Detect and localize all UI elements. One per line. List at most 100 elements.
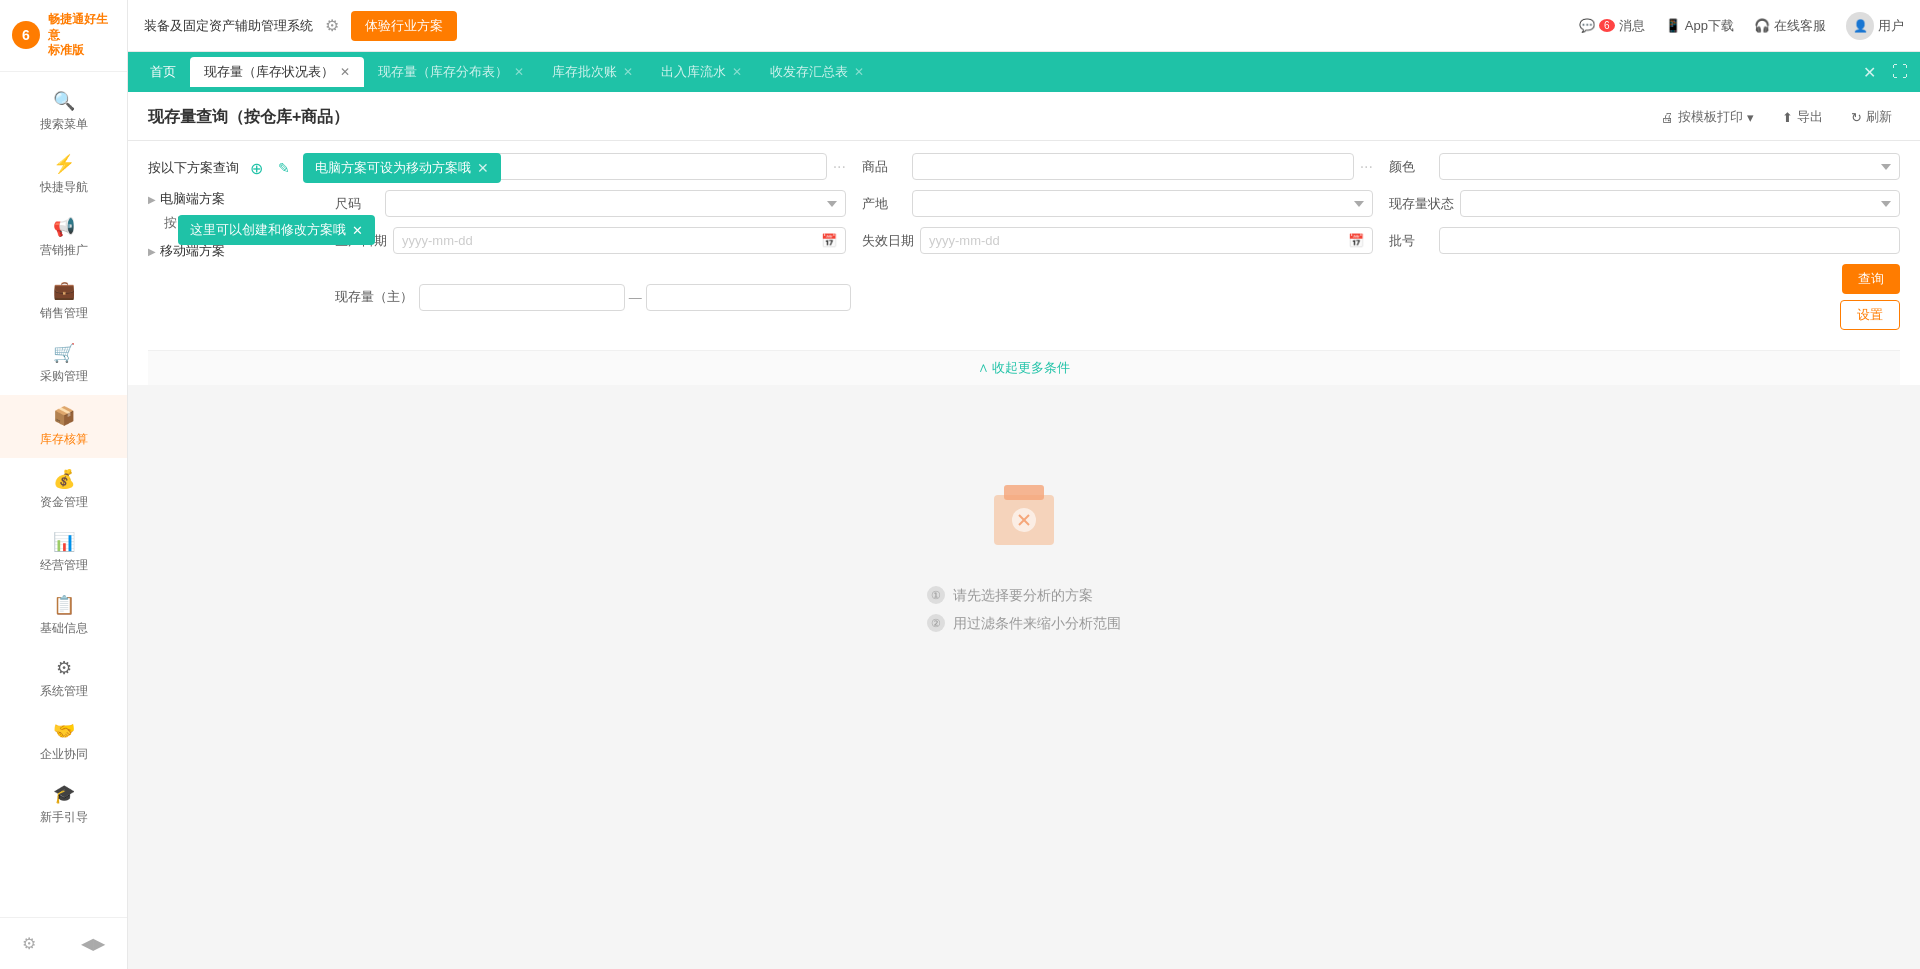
batch-no-input[interactable] — [1439, 227, 1900, 254]
print-btn[interactable]: 🖨 按模板打印 ▾ — [1653, 104, 1762, 130]
svg-text:6: 6 — [22, 27, 30, 43]
search-icon: 🔍 — [53, 90, 75, 112]
tab-inventory-dist-close[interactable]: ✕ — [514, 65, 524, 79]
production-date-input[interactable]: yyyy-mm-dd 📅 — [393, 227, 846, 254]
tab-inventory-dist-label: 现存量（库存分布表） — [378, 63, 508, 81]
tab-inout-flow[interactable]: 出入库流水 ✕ — [647, 57, 756, 87]
sidebar-item-purchase[interactable]: 🛒 采购管理 — [0, 332, 127, 395]
expiry-date-input[interactable]: yyyy-mm-dd 📅 — [920, 227, 1373, 254]
tab-home[interactable]: 首页 — [136, 57, 190, 87]
stock-range-dash: — — [629, 290, 642, 305]
sidebar-item-operations[interactable]: 📊 经营管理 — [0, 521, 127, 584]
tab-inventory-status-close[interactable]: ✕ — [340, 65, 350, 79]
tab-batch-ledger[interactable]: 库存批次账 ✕ — [538, 57, 647, 87]
add-scheme-btn[interactable]: ⊕ — [245, 157, 267, 179]
sidebar-item-marketing-label: 营销推广 — [40, 242, 88, 259]
sidebar-item-search-label: 搜索菜单 — [40, 116, 88, 133]
edit-scheme-btn[interactable]: ✎ — [273, 157, 295, 179]
hint-item-2: ② 用过滤条件来缩小分析范围 — [927, 609, 1121, 637]
purchase-icon: 🛒 — [53, 342, 75, 364]
online-support-label: 在线客服 — [1774, 17, 1826, 35]
size-select[interactable] — [385, 190, 846, 217]
sidebar-item-purchase-label: 采购管理 — [40, 368, 88, 385]
sidebar-item-guide[interactable]: 🎓 新手引导 — [0, 773, 127, 836]
goods-input[interactable] — [912, 153, 1354, 180]
notification-badge: 6 — [1599, 19, 1615, 32]
industry-btn[interactable]: 体验行业方案 — [351, 11, 457, 41]
search-buttons: 查询 设置 — [1840, 264, 1900, 330]
headset-icon: 🎧 — [1754, 18, 1770, 33]
finance-icon: 💰 — [53, 468, 75, 490]
scheme-popup: 电脑方案可设为移动方案哦 ✕ — [303, 153, 501, 183]
message-icon: 💬 — [1579, 18, 1595, 33]
hint-num-1: ① — [927, 586, 945, 604]
sidebar-item-system[interactable]: ⚙ 系统管理 — [0, 647, 127, 710]
sidebar-collapse-btn[interactable]: ◀▶ — [73, 930, 113, 957]
filter-cell-color: 颜色 — [1389, 153, 1900, 180]
tab-inventory-dist[interactable]: 现存量（库存分布表） ✕ — [364, 57, 538, 87]
search-btn[interactable]: 查询 — [1842, 264, 1900, 294]
collapse-row[interactable]: ∧ 收起更多条件 — [148, 350, 1900, 385]
collapse-label: 收起更多条件 — [992, 360, 1070, 375]
tab-collect-summary-label: 收发存汇总表 — [770, 63, 848, 81]
scheme-desktop-header[interactable]: ▶ 电脑端方案 — [148, 187, 323, 211]
header-right: 💬 6 消息 📱 App下载 🎧 在线客服 👤 用户 — [1579, 12, 1904, 40]
stock-main-from[interactable] — [419, 284, 625, 311]
sidebar-item-quicknav[interactable]: ⚡ 快捷导航 — [0, 143, 127, 206]
page-content: 现存量查询（按仓库+商品） 🖨 按模板打印 ▾ ⬆ 导出 ↻ 刷新 — [128, 92, 1920, 969]
filter-cell-batch-no: 批号 — [1389, 227, 1900, 254]
tab-inout-flow-label: 出入库流水 — [661, 63, 726, 81]
filter-cell-stock-main: 现存量（主） — — [335, 284, 851, 311]
sidebar-item-sales[interactable]: 💼 销售管理 — [0, 269, 127, 332]
tab-collect-summary[interactable]: 收发存汇总表 ✕ — [756, 57, 878, 87]
tab-close-all-icon[interactable]: ✕ — [1859, 61, 1880, 84]
origin-select[interactable] — [912, 190, 1373, 217]
sidebar-item-enterprise[interactable]: 🤝 企业协同 — [0, 710, 127, 773]
goods-dots[interactable]: ··· — [1360, 158, 1373, 176]
logo-version: 标准版 — [48, 43, 117, 59]
stock-status-select[interactable] — [1460, 190, 1900, 217]
app-download-item[interactable]: 📱 App下载 — [1665, 17, 1734, 35]
settings-icon[interactable]: ⚙ — [325, 16, 339, 35]
filter-cell-size: 尺码 — [335, 190, 846, 217]
sidebar-item-inventory-label: 库存核算 — [40, 431, 88, 448]
sidebar-item-finance-label: 资金管理 — [40, 494, 88, 511]
stock-main-to[interactable] — [646, 284, 852, 311]
basic-icon: 📋 — [53, 594, 75, 616]
page-title-row: 现存量查询（按仓库+商品） 🖨 按模板打印 ▾ ⬆ 导出 ↻ 刷新 — [148, 104, 1900, 140]
sidebar-settings-btn[interactable]: ⚙ — [14, 930, 44, 957]
warehouse-dots[interactable]: ··· — [833, 158, 846, 176]
sidebar-item-finance[interactable]: 💰 资金管理 — [0, 458, 127, 521]
export-btn[interactable]: ⬆ 导出 — [1774, 104, 1831, 130]
filter-section: 按以下方案查询 ⊕ ✎ ← ▶ 电脑端方案 按照 — [128, 141, 1920, 385]
marketing-icon: 📢 — [53, 216, 75, 238]
page-actions: 🖨 按模板打印 ▾ ⬆ 导出 ↻ 刷新 — [1653, 104, 1900, 130]
tab-inventory-status-label: 现存量（库存状况表） — [204, 63, 334, 81]
reset-btn[interactable]: 设置 — [1840, 300, 1900, 330]
tab-fullscreen-icon[interactable]: ⛶ — [1888, 61, 1912, 84]
color-select[interactable] — [1439, 153, 1900, 180]
size-label: 尺码 — [335, 195, 379, 213]
empty-illustration — [974, 465, 1074, 565]
sidebar-item-marketing[interactable]: 📢 营销推广 — [0, 206, 127, 269]
tab-inventory-status[interactable]: 现存量（库存状况表） ✕ — [190, 57, 364, 87]
sidebar-item-basic[interactable]: 📋 基础信息 — [0, 584, 127, 647]
tab-inout-flow-close[interactable]: ✕ — [732, 65, 742, 79]
tab-batch-ledger-close[interactable]: ✕ — [623, 65, 633, 79]
sidebar-item-inventory[interactable]: 📦 库存核算 — [0, 395, 127, 458]
tab-batch-ledger-label: 库存批次账 — [552, 63, 617, 81]
system-icon: ⚙ — [53, 657, 75, 679]
page-title: 现存量查询（按仓库+商品） — [148, 107, 349, 128]
scheme-tooltip-close[interactable]: ✕ — [352, 223, 363, 238]
user-item[interactable]: 👤 用户 — [1846, 12, 1904, 40]
sidebar-bottom: ⚙ ◀▶ — [0, 917, 127, 969]
tab-collect-summary-close[interactable]: ✕ — [854, 65, 864, 79]
online-support-item[interactable]: 🎧 在线客服 — [1754, 17, 1826, 35]
sidebar-item-search[interactable]: 🔍 搜索菜单 — [0, 80, 127, 143]
svg-rect-3 — [1004, 485, 1044, 500]
color-label: 颜色 — [1389, 158, 1433, 176]
print-label: 按模板打印 — [1678, 108, 1743, 126]
notification-item[interactable]: 💬 6 消息 — [1579, 17, 1645, 35]
refresh-btn[interactable]: ↻ 刷新 — [1843, 104, 1900, 130]
scheme-popup-close[interactable]: ✕ — [477, 160, 489, 176]
